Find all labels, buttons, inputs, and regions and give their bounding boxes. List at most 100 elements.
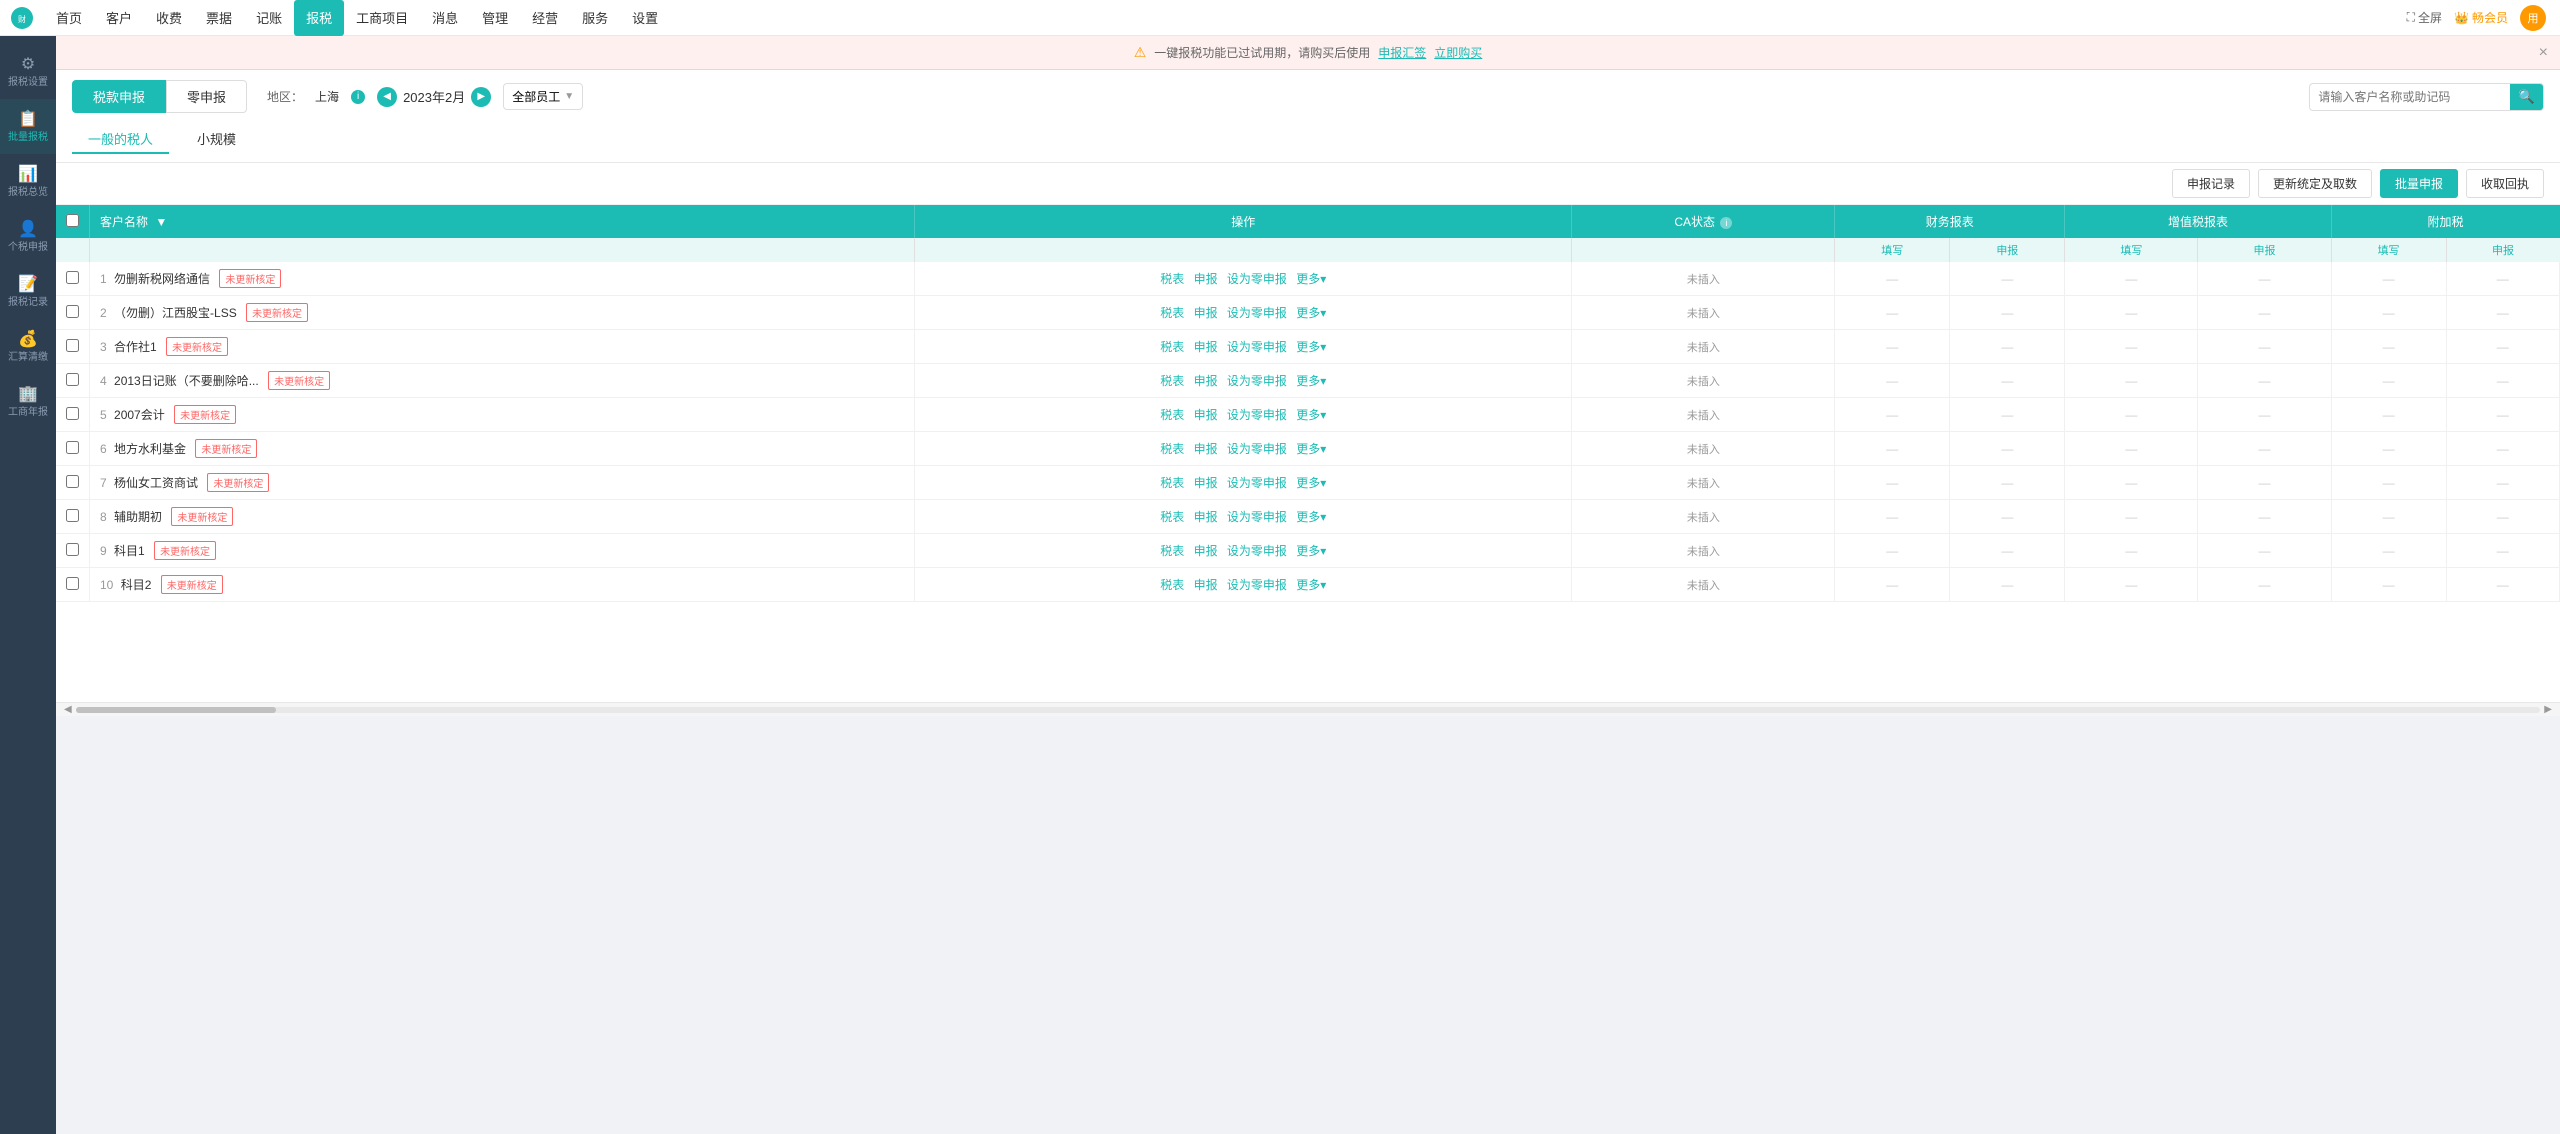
sidebar-item-annual[interactable]: 🏢 工商年报 <box>0 374 56 429</box>
sidebar-item-personal-tax[interactable]: 👤 个税申报 <box>0 209 56 264</box>
row-checkbox-6[interactable] <box>66 475 79 488</box>
status-tag[interactable]: 未更新核定 <box>174 405 236 424</box>
nav-item-business[interactable]: 工商项目 <box>344 0 420 36</box>
sidebar-item-overview[interactable]: 📊 报税总览 <box>0 154 56 209</box>
op-declare[interactable]: 申报 <box>1194 442 1218 456</box>
nav-item-home[interactable]: 首页 <box>44 0 94 36</box>
scroll-track[interactable] <box>76 707 2541 713</box>
op-tax-table[interactable]: 税表 <box>1160 544 1184 558</box>
op-zero-declare[interactable]: 设为零申报 <box>1227 510 1287 524</box>
op-tax-table[interactable]: 税表 <box>1160 374 1184 388</box>
op-zero-declare[interactable]: 设为零申报 <box>1227 374 1287 388</box>
op-more[interactable]: 更多▾ <box>1296 340 1326 354</box>
op-zero-declare[interactable]: 设为零申报 <box>1227 306 1287 320</box>
logo[interactable]: 财 <box>6 2 38 34</box>
row-checkbox-3[interactable] <box>66 373 79 386</box>
op-declare[interactable]: 申报 <box>1194 408 1218 422</box>
sidebar-item-settlement[interactable]: 💰 汇算清缴 <box>0 319 56 374</box>
op-declare[interactable]: 申报 <box>1194 510 1218 524</box>
op-more[interactable]: 更多▾ <box>1296 306 1326 320</box>
row-checkbox-2[interactable] <box>66 339 79 352</box>
op-zero-declare[interactable]: 设为零申报 <box>1227 544 1287 558</box>
op-more[interactable]: 更多▾ <box>1296 442 1326 456</box>
op-more[interactable]: 更多▾ <box>1296 510 1326 524</box>
op-declare[interactable]: 申报 <box>1194 272 1218 286</box>
row-checkbox-1[interactable] <box>66 305 79 318</box>
row-checkbox-4[interactable] <box>66 407 79 420</box>
op-zero-declare[interactable]: 设为零申报 <box>1227 408 1287 422</box>
op-tax-table[interactable]: 税表 <box>1160 306 1184 320</box>
nav-item-invoice[interactable]: 票据 <box>194 0 244 36</box>
op-zero-declare[interactable]: 设为零申报 <box>1227 578 1287 592</box>
sidebar-item-batch-tax[interactable]: 📋 批量报税 <box>0 99 56 154</box>
op-tax-table[interactable]: 税表 <box>1160 340 1184 354</box>
collect-receipt-btn[interactable]: 收取回执 <box>2466 169 2544 198</box>
op-tax-table[interactable]: 税表 <box>1160 272 1184 286</box>
op-declare[interactable]: 申报 <box>1194 578 1218 592</box>
op-declare[interactable]: 申报 <box>1194 340 1218 354</box>
nav-item-account[interactable]: 记账 <box>244 0 294 36</box>
op-zero-declare[interactable]: 设为零申报 <box>1227 442 1287 456</box>
search-btn[interactable]: 🔍 <box>2510 84 2543 110</box>
nav-item-service[interactable]: 服务 <box>570 0 620 36</box>
row-checkbox-8[interactable] <box>66 543 79 556</box>
row-checkbox-7[interactable] <box>66 509 79 522</box>
staff-select[interactable]: 全部员工 ▼ <box>503 83 583 110</box>
scroll-left-btn[interactable]: ◀ <box>60 704 76 715</box>
nav-item-operation[interactable]: 经营 <box>520 0 570 36</box>
op-zero-declare[interactable]: 设为零申报 <box>1227 340 1287 354</box>
op-declare[interactable]: 申报 <box>1194 476 1218 490</box>
op-more[interactable]: 更多▾ <box>1296 578 1326 592</box>
ca-info-icon[interactable]: i <box>1720 217 1732 229</box>
nav-item-settings[interactable]: 设置 <box>620 0 670 36</box>
op-zero-declare[interactable]: 设为零申报 <box>1227 272 1287 286</box>
status-tag[interactable]: 未更新核定 <box>219 269 281 288</box>
op-tax-table[interactable]: 税表 <box>1160 578 1184 592</box>
nav-item-tax[interactable]: 报税 <box>294 0 344 36</box>
sub-tab-small[interactable]: 小规模 <box>181 125 252 154</box>
tab-zero-declare[interactable]: 零申报 <box>166 80 247 113</box>
op-more[interactable]: 更多▾ <box>1296 408 1326 422</box>
date-next-btn[interactable]: ▶ <box>471 87 491 107</box>
scroll-right-btn[interactable]: ▶ <box>2540 704 2556 715</box>
nav-item-manage[interactable]: 管理 <box>470 0 520 36</box>
select-all-checkbox[interactable] <box>66 214 79 227</box>
nav-item-fee[interactable]: 收费 <box>144 0 194 36</box>
declare-record-btn[interactable]: 申报记录 <box>2172 169 2250 198</box>
op-tax-table[interactable]: 税表 <box>1160 476 1184 490</box>
status-tag[interactable]: 未更新核定 <box>207 473 269 492</box>
notice-link1[interactable]: 申报汇签 <box>1378 44 1426 61</box>
notice-close-btn[interactable]: × <box>2539 44 2548 62</box>
batch-declare-btn[interactable]: 批量申报 <box>2380 169 2458 198</box>
status-tag[interactable]: 未更新核定 <box>154 541 216 560</box>
tab-tax-declare[interactable]: 税款申报 <box>72 80 166 113</box>
op-tax-table[interactable]: 税表 <box>1160 442 1184 456</box>
op-declare[interactable]: 申报 <box>1194 544 1218 558</box>
status-tag[interactable]: 未更新核定 <box>195 439 257 458</box>
sidebar-item-records[interactable]: 📝 报税记录 <box>0 264 56 319</box>
op-zero-declare[interactable]: 设为零申报 <box>1227 476 1287 490</box>
search-input[interactable] <box>2310 86 2510 108</box>
nav-item-message[interactable]: 消息 <box>420 0 470 36</box>
notice-link2[interactable]: 立即购买 <box>1434 44 1482 61</box>
fullscreen-btn[interactable]: ⛶ 全屏 <box>2407 9 2442 26</box>
date-prev-btn[interactable]: ◀ <box>377 87 397 107</box>
op-more[interactable]: 更多▾ <box>1296 544 1326 558</box>
nav-item-client[interactable]: 客户 <box>94 0 144 36</box>
status-tag[interactable]: 未更新核定 <box>166 337 228 356</box>
row-checkbox-5[interactable] <box>66 441 79 454</box>
vip-btn[interactable]: 👑 畅会员 <box>2454 9 2508 26</box>
op-declare[interactable]: 申报 <box>1194 374 1218 388</box>
row-checkbox-0[interactable] <box>66 271 79 284</box>
op-tax-table[interactable]: 税表 <box>1160 510 1184 524</box>
row-checkbox-9[interactable] <box>66 577 79 590</box>
op-tax-table[interactable]: 税表 <box>1160 408 1184 422</box>
sub-tab-general[interactable]: 一般的税人 <box>72 125 169 154</box>
avatar[interactable]: 用 <box>2520 5 2546 31</box>
sort-icon[interactable]: ▼ <box>155 215 167 229</box>
sidebar-item-tax-settings[interactable]: ⚙ 报税设置 <box>0 44 56 99</box>
status-tag[interactable]: 未更新核定 <box>246 303 308 322</box>
status-tag[interactable]: 未更新核定 <box>268 371 330 390</box>
op-more[interactable]: 更多▾ <box>1296 476 1326 490</box>
status-tag[interactable]: 未更新核定 <box>161 575 223 594</box>
